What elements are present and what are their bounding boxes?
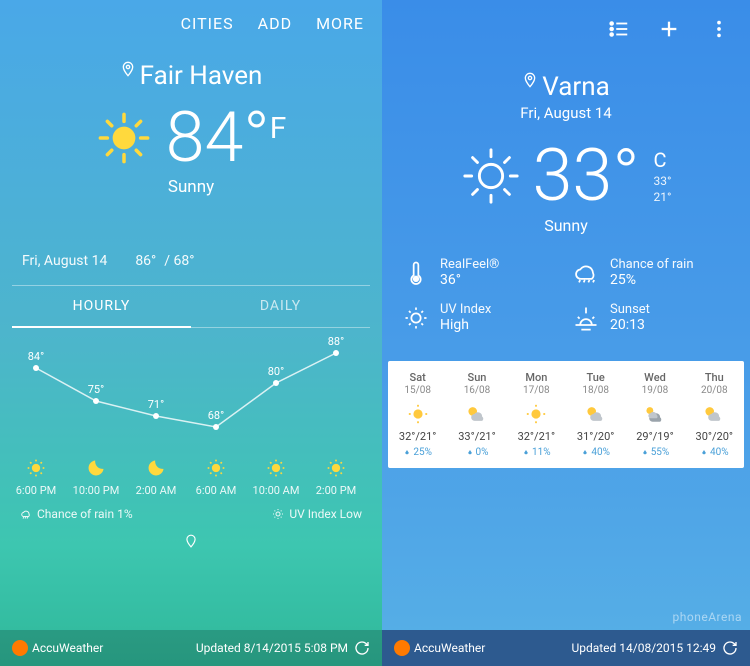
rain-cell: Chance of rain25% [572,257,730,288]
plus-icon[interactable] [658,18,680,40]
temperature-value: 84° [166,103,270,173]
day-item[interactable]: Sun16/0833°/21°0% [447,371,506,458]
updated-label: Updated 8/14/2015 5:08 PM [196,640,370,656]
main-temp: 84° F [0,103,382,173]
condition-label: Sunny [0,177,382,197]
city-row: Fair Haven [0,47,382,91]
info-grid: RealFeel®36° Chance of rain25% UV IndexH… [382,235,750,355]
footer: AccuWeather Updated 14/08/2015 12:49 [382,630,750,666]
location-pin-icon [522,72,538,88]
date-label: Fri, August 14 [382,104,750,122]
refresh-icon[interactable] [354,640,370,656]
temperature-value: 33° [532,140,639,212]
accuweather-brand: AccuWeather [12,640,103,656]
main-temp: 33° C 33° 21° [382,140,750,212]
low-temp: 21° [654,190,672,204]
top-icons [382,0,750,58]
day-item[interactable]: Sat15/0832°/21°25% [388,371,447,458]
high-temp: 86° [135,253,156,269]
sunset-cell: Sunset20:13 [572,302,730,333]
uv-icon [402,304,430,332]
uv-stat: UV Index Low [272,507,362,521]
accuweather-brand: AccuWeather [394,640,485,656]
list-icon[interactable] [608,18,630,40]
city-row: Varna [382,58,750,102]
tab-hourly[interactable]: HOURLY [12,286,191,328]
high-temp: 33° [654,174,672,188]
weather-pane-left: CITIES ADD MORE Fair Haven 84° F Sunny F… [0,0,382,666]
date-label: Fri, August 14 [22,253,107,269]
weather-pane-right: Varna Fri, August 14 33° C 33° 21° Sunny… [382,0,750,666]
condition-label: Sunny [382,216,750,235]
day-item[interactable]: Tue18/0831°/20°40% [566,371,625,458]
thermometer-icon [402,259,430,287]
page-indicator[interactable] [0,529,382,556]
more-button[interactable]: MORE [316,14,364,33]
location-pin-icon [120,61,136,77]
top-actions: CITIES ADD MORE [0,0,382,47]
uv-cell: UV IndexHigh [402,302,560,333]
add-button[interactable]: ADD [258,14,292,33]
temperature-unit: C [654,148,672,172]
sun-icon [460,145,522,207]
day-item[interactable]: Mon17/0832°/21°11% [507,371,566,458]
refresh-icon[interactable] [722,640,738,656]
sun-icon [96,110,152,166]
hourly-chart[interactable]: 84°6:00 PM75°10:00 PM71°2:00 AM68°6:00 A… [8,338,374,503]
tab-daily[interactable]: DAILY [191,286,370,327]
accuweather-logo-icon [394,640,410,656]
rain-stat: Chance of rain 1% [20,507,133,521]
forecast-tabs: HOURLY DAILY [12,285,370,328]
updated-label: Updated 14/08/2015 12:49 [571,640,738,656]
city-name: Varna [542,72,609,102]
bottom-stats: Chance of rain 1% UV Index Low [0,503,382,529]
sunset-icon [572,304,600,332]
date-highlow: Fri, August 14 86° / 68° [22,253,382,269]
overflow-menu-icon[interactable] [708,18,730,40]
temperature-unit: F [270,111,287,146]
accuweather-logo-icon [12,640,28,656]
city-name: Fair Haven [140,61,263,91]
day-item[interactable]: Wed19/0829°/19°55% [625,371,684,458]
cities-button[interactable]: CITIES [181,14,234,33]
daily-forecast[interactable]: Sat15/0832°/21°25%Sun16/0833°/21°0%Mon17… [388,361,744,468]
watermark: phoneArena [673,610,742,624]
rain-icon [572,259,600,287]
realfeel-cell: RealFeel®36° [402,257,560,288]
low-temp: / 68° [164,253,194,269]
location-pin-icon [184,534,198,548]
footer: AccuWeather Updated 8/14/2015 5:08 PM [0,630,382,666]
day-item[interactable]: Thu20/0830°/20°40% [685,371,744,458]
